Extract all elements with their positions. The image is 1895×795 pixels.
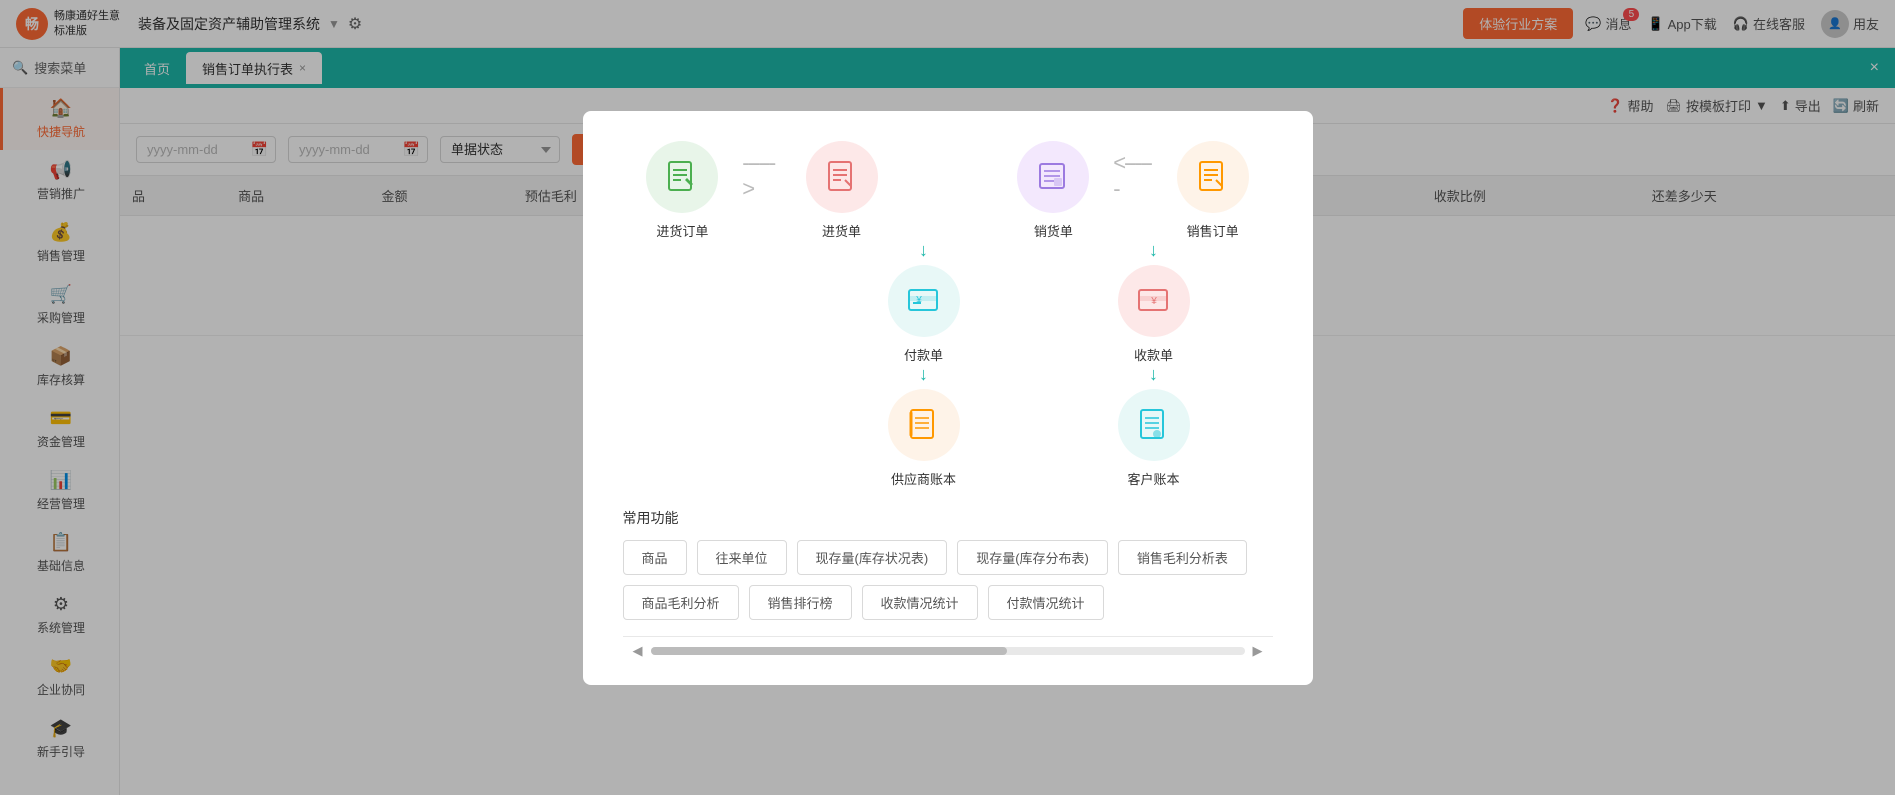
purchase-order-icon	[663, 158, 701, 196]
arrow-down-sales: ↓	[1089, 240, 1219, 261]
arrow-left-1: <------	[1113, 150, 1152, 202]
sales-circle	[1017, 141, 1089, 213]
purchase-circle	[806, 141, 878, 213]
scroll-bar-area: ◀ ▶	[623, 636, 1273, 665]
flow-node-supplier-ledger: 供应商账本	[859, 389, 989, 488]
receipt-circle: ¥	[1118, 265, 1190, 337]
flow-label-payment: 付款单	[904, 345, 943, 364]
common-functions-title: 常用功能	[623, 508, 1273, 528]
func-btn-sales-margin[interactable]: 销售毛利分析表	[1118, 540, 1247, 575]
flow-node-purchase-order: 进货订单	[623, 141, 743, 240]
customer-ledger-circle	[1118, 389, 1190, 461]
scroll-thumb	[651, 647, 1007, 655]
sales-icon	[1034, 158, 1072, 196]
payment-circle: ¥	[888, 265, 960, 337]
flow-node-receipt: ¥ 收款单	[1089, 265, 1219, 364]
flow-row-arrows: ↓ ↓	[623, 240, 1273, 261]
scroll-left-btn[interactable]: ◀	[633, 643, 643, 659]
flow-node-sales: 销货单	[994, 141, 1114, 240]
sales-order-circle	[1177, 141, 1249, 213]
func-btn-receipt-stat[interactable]: 收款情况统计	[862, 585, 978, 620]
supplier-ledger-icon	[905, 406, 943, 444]
payment-icon: ¥	[905, 282, 943, 320]
common-functions: 常用功能 商品 往来单位 现存量(库存状况表) 现存量(库存分布表) 销售毛利分…	[623, 508, 1273, 620]
receipt-icon: ¥	[1135, 282, 1173, 320]
scroll-track	[651, 647, 1245, 655]
purchase-icon	[823, 158, 861, 196]
flow-label-supplier-ledger: 供应商账本	[891, 469, 956, 488]
down-arrow-4: ↓	[1149, 364, 1158, 384]
sales-order-icon	[1194, 158, 1232, 196]
arrow-right-1: ------>	[742, 150, 781, 202]
spacer9	[807, 364, 859, 385]
flow-label-sales: 销货单	[1034, 221, 1073, 240]
spacer3	[807, 240, 859, 261]
flow-node-sales-order: 销售订单	[1153, 141, 1273, 240]
func-btn-product-margin[interactable]: 商品毛利分析	[623, 585, 739, 620]
scroll-right-btn[interactable]: ▶	[1253, 643, 1263, 659]
arrow-down-purchase: ↓	[859, 240, 989, 261]
customer-ledger-icon	[1135, 406, 1173, 444]
flow-node-customer-ledger: 客户账本	[1089, 389, 1219, 488]
spacer10	[989, 364, 1089, 385]
func-btn-stock-status[interactable]: 现存量(库存状况表)	[797, 540, 948, 575]
func-btn-stock-dist[interactable]: 现存量(库存分布表)	[957, 540, 1108, 575]
down-arrow-2: ↓	[1149, 240, 1158, 260]
down-arrow-1: ↓	[919, 240, 928, 260]
flow-label-purchase-order: 进货订单	[656, 221, 708, 240]
func-btn-contacts[interactable]: 往来单位	[697, 540, 787, 575]
flow-label-purchase: 进货单	[822, 221, 861, 240]
spacer8	[677, 364, 807, 385]
func-btn-sales-rank[interactable]: 销售排行榜	[749, 585, 852, 620]
spacer4	[989, 240, 1089, 261]
supplier-ledger-circle	[888, 389, 960, 461]
popup-overlay[interactable]: 进货订单 ------>	[0, 0, 1895, 795]
popup-dialog: 进货订单 ------>	[583, 111, 1313, 685]
flow-diagram: 进货订单 ------>	[623, 141, 1273, 488]
svg-text:¥: ¥	[915, 295, 922, 306]
flow-row-3: 供应商账本 客户账本	[677, 389, 1219, 488]
flow-row-arrows2: ↓ ↓	[623, 364, 1273, 385]
arrow-down-receipt: ↓	[1089, 364, 1219, 385]
flow-row-2: ¥ 付款单 ¥ 收款单	[677, 265, 1219, 364]
func-buttons: 商品 往来单位 现存量(库存状况表) 现存量(库存分布表) 销售毛利分析表 商品…	[623, 540, 1273, 620]
purchase-order-circle	[646, 141, 718, 213]
arrow-down-payment: ↓	[859, 364, 989, 385]
flow-label-receipt: 收款单	[1134, 345, 1173, 364]
flow-label-sales-order: 销售订单	[1187, 221, 1239, 240]
flow-row-1: 进货订单 ------>	[623, 141, 1273, 240]
flow-label-customer-ledger: 客户账本	[1127, 469, 1179, 488]
down-arrow-3: ↓	[919, 364, 928, 384]
flow-node-purchase: 进货单	[782, 141, 902, 240]
svg-text:¥: ¥	[1150, 296, 1157, 307]
flow-node-payment: ¥ 付款单	[859, 265, 989, 364]
func-btn-product[interactable]: 商品	[623, 540, 687, 575]
spacer2	[677, 240, 807, 261]
func-btn-payment-stat[interactable]: 付款情况统计	[988, 585, 1104, 620]
